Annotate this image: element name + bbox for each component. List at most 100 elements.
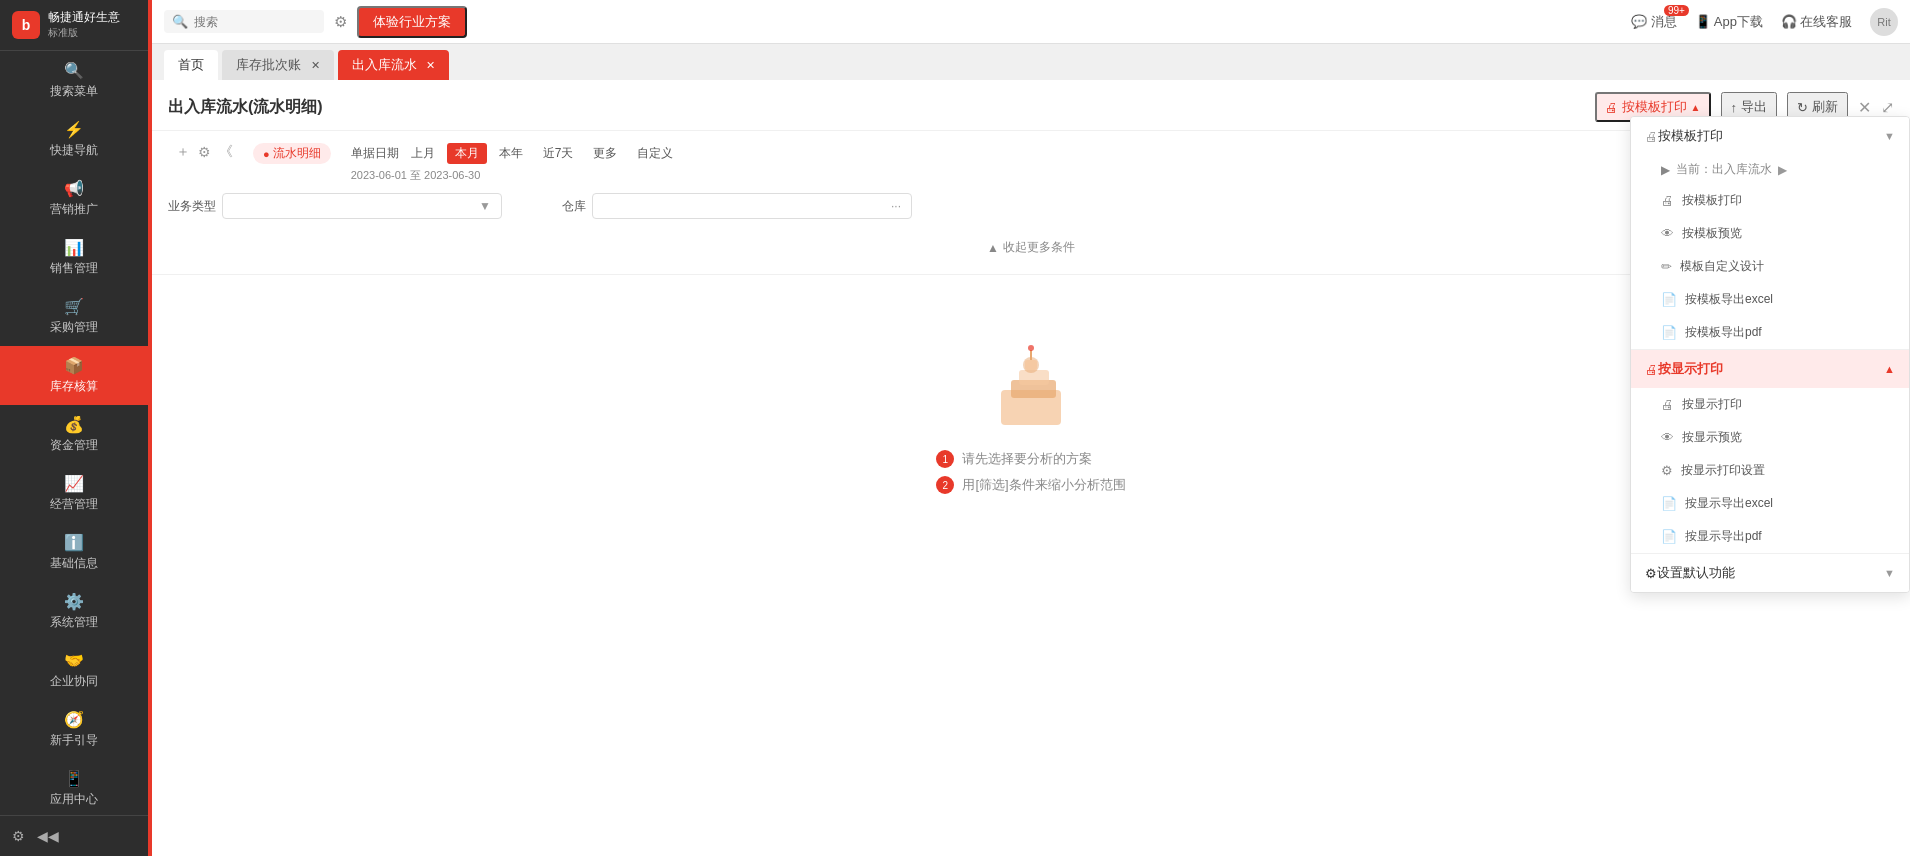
search-icon: 🔍: [64, 61, 84, 80]
dropdown-item-display-excel[interactable]: 📄 按显示导出excel: [1631, 487, 1909, 520]
date-tab-custom[interactable]: 自定义: [629, 143, 681, 164]
tab-batch-account[interactable]: 库存批次账 ✕: [222, 50, 334, 80]
empty-steps: 1 请先选择要分析的方案 2 用[筛选]条件来缩小分析范围: [936, 450, 1125, 494]
sidebar-bottom: ⚙ ◀◀: [0, 815, 148, 856]
date-tab-last-month[interactable]: 上月: [403, 143, 443, 164]
settings-icon[interactable]: ⚙: [12, 828, 25, 844]
dropdown-item-display-print[interactable]: 🖨 按显示打印: [1631, 388, 1909, 421]
notification-btn[interactable]: 💬 消息 99+: [1631, 13, 1677, 31]
template-excel-icon: 📄: [1661, 292, 1677, 307]
sidebar-item-collab[interactable]: 🤝 企业协同: [0, 641, 148, 700]
empty-illustration: [981, 335, 1081, 438]
warehouse-label: 仓库: [562, 198, 586, 215]
page-title: 出入库流水(流水明细): [168, 97, 323, 118]
template-pdf-icon: 📄: [1661, 325, 1677, 340]
dropdown-display-header[interactable]: 🖨 按显示打印 ▲: [1631, 350, 1909, 388]
date-range-display: 2023-06-01 至 2023-06-30: [351, 168, 682, 183]
dropdown-item-template-preview[interactable]: 👁 按模板预览: [1631, 217, 1909, 250]
biz-type-label: 业务类型: [168, 198, 216, 215]
sidebar-item-quick-nav[interactable]: ⚡ 快捷导航: [0, 110, 148, 169]
empty-step-2: 2 用[筛选]条件来缩小分析范围: [936, 476, 1125, 494]
warehouse-select[interactable]: ···: [592, 193, 912, 219]
date-tab-this-year[interactable]: 本年: [491, 143, 531, 164]
tab-flow[interactable]: 出入库流水 ✕: [338, 50, 450, 80]
filter-add-btn[interactable]: ＋: [176, 143, 190, 161]
app-download-btn[interactable]: 📱 App下载: [1695, 13, 1763, 31]
display-preview-icon: 👁: [1661, 430, 1674, 445]
dropdown-item-display-preview[interactable]: 👁 按显示预览: [1631, 421, 1909, 454]
display-excel-icon: 📄: [1661, 496, 1677, 511]
tab-batch-account-close[interactable]: ✕: [311, 59, 320, 71]
date-tab-more[interactable]: 更多: [585, 143, 625, 164]
display-pdf-icon: 📄: [1661, 529, 1677, 544]
main-area: 🔍 ⚙ 体验行业方案 💬 消息 99+ 📱 App下载 🎧 在线客服 Rit: [152, 0, 1910, 856]
content-area: 出入库流水(流水明细) 🖨 按模板打印 ▲ ↑ 导出 ↻ 刷新 ✕ ⤢: [152, 80, 1910, 856]
svg-rect-4: [1025, 360, 1037, 370]
default-icon: ⚙: [1645, 566, 1657, 581]
dropdown-item-display-setting[interactable]: ⚙ 按显示打印设置: [1631, 454, 1909, 487]
svg-point-6: [1028, 345, 1034, 351]
step-2-text: 用[筛选]条件来缩小分析范围: [962, 476, 1125, 494]
dropdown-display-section: 🖨 按显示打印 ▲ 🖨 按显示打印 👁 按显示预览 ⚙ 按显示打印设置: [1631, 350, 1909, 554]
template-print-icon: 🖨: [1661, 193, 1674, 208]
tab-flow-close[interactable]: ✕: [426, 59, 435, 71]
sidebar-item-purchase[interactable]: 🛒 采购管理: [0, 287, 148, 346]
app-name: 畅捷通好生意: [48, 10, 120, 26]
sidebar-item-operations[interactable]: 📈 经营管理: [0, 464, 148, 523]
close-panel-btn[interactable]: ✕: [1858, 98, 1871, 117]
sidebar-item-basic[interactable]: ℹ️ 基础信息: [0, 523, 148, 582]
dropdown-default-header[interactable]: ⚙ 设置默认功能 ▼: [1631, 554, 1909, 592]
sidebar-scroll: 🔍 搜索菜单 ⚡ 快捷导航 📢 营销推广 📊 销售管理 🛒 采购管理 📦 库存核…: [0, 51, 148, 815]
dropdown-item-template-custom[interactable]: ✏ 模板自定义设计: [1631, 250, 1909, 283]
sidebar-item-system[interactable]: ⚙️ 系统管理: [0, 582, 148, 641]
basic-icon: ℹ️: [64, 533, 84, 552]
filter-collapse-btn[interactable]: 《: [219, 143, 233, 161]
dropdown-item-template-pdf[interactable]: 📄 按模板导出pdf: [1631, 316, 1909, 349]
collapse-sidebar-icon[interactable]: ◀◀: [37, 828, 59, 844]
topbar: 🔍 ⚙ 体验行业方案 💬 消息 99+ 📱 App下载 🎧 在线客服 Rit: [152, 0, 1910, 44]
sidebar-item-guide[interactable]: 🧭 新手引导: [0, 700, 148, 759]
date-tab-last7[interactable]: 近7天: [535, 143, 582, 164]
collab-icon: 🤝: [64, 651, 84, 670]
dropdown-item-display-pdf[interactable]: 📄 按显示导出pdf: [1631, 520, 1909, 553]
warehouse-more-icon[interactable]: ···: [891, 199, 901, 213]
inventory-icon: 📦: [64, 356, 84, 375]
filter-tag-item[interactable]: ● 流水明细: [253, 143, 331, 164]
sidebar-item-apps[interactable]: 📱 应用中心: [0, 759, 148, 815]
notification-icon: 💬: [1631, 14, 1647, 29]
printer-template-icon: 🖨: [1645, 129, 1658, 144]
sidebar-item-sales[interactable]: 📊 销售管理: [0, 228, 148, 287]
maximize-btn[interactable]: ⤢: [1881, 98, 1894, 117]
sidebar-item-inventory[interactable]: 📦 库存核算: [0, 346, 148, 405]
chevron-up-icon: ▲: [1691, 102, 1701, 113]
current-icon: ▶: [1661, 163, 1670, 177]
sidebar-item-search[interactable]: 🔍 搜索菜单: [0, 51, 148, 110]
filter-setting-btn[interactable]: ⚙: [198, 144, 211, 160]
dropdown-item-template-print[interactable]: 🖨 按模板打印: [1631, 184, 1909, 217]
dropdown-template-section: 🖨 按模板打印 ▼ ▶ 当前：出入库流水 ▶ 🖨 按模板打印 👁 按模板预览: [1631, 117, 1909, 350]
display-setting-icon: ⚙: [1661, 463, 1673, 478]
sidebar-item-finance[interactable]: 💰 资金管理: [0, 405, 148, 464]
template-custom-icon: ✏: [1661, 259, 1672, 274]
headset-icon: 🎧: [1781, 14, 1797, 29]
tab-home[interactable]: 首页: [164, 50, 218, 80]
settings-gear-icon[interactable]: ⚙: [334, 13, 347, 31]
operations-icon: 📈: [64, 474, 84, 493]
search-input[interactable]: [194, 15, 294, 29]
biz-type-select[interactable]: ▼: [222, 193, 502, 219]
step-1-num: 1: [936, 450, 954, 468]
dropdown-item-template-excel[interactable]: 📄 按模板导出excel: [1631, 283, 1909, 316]
app-tag: 标准版: [48, 26, 120, 40]
sales-icon: 📊: [64, 238, 84, 257]
date-tab-this-month[interactable]: 本月: [447, 143, 487, 164]
display-section-arrow: ▲: [1884, 363, 1895, 375]
customer-service-btn[interactable]: 🎧 在线客服: [1781, 13, 1852, 31]
date-tabs: 上月 本月 本年 近7天 更多 自定义: [403, 143, 682, 164]
sidebar-item-marketing[interactable]: 📢 营销推广: [0, 169, 148, 228]
printer-display-icon: 🖨: [1645, 362, 1658, 377]
industry-btn[interactable]: 体验行业方案: [357, 6, 467, 38]
marketing-icon: 📢: [64, 179, 84, 198]
refresh-icon: ↻: [1797, 100, 1808, 115]
avatar[interactable]: Rit: [1870, 8, 1898, 36]
dropdown-template-header[interactable]: 🖨 按模板打印 ▼: [1631, 117, 1909, 155]
